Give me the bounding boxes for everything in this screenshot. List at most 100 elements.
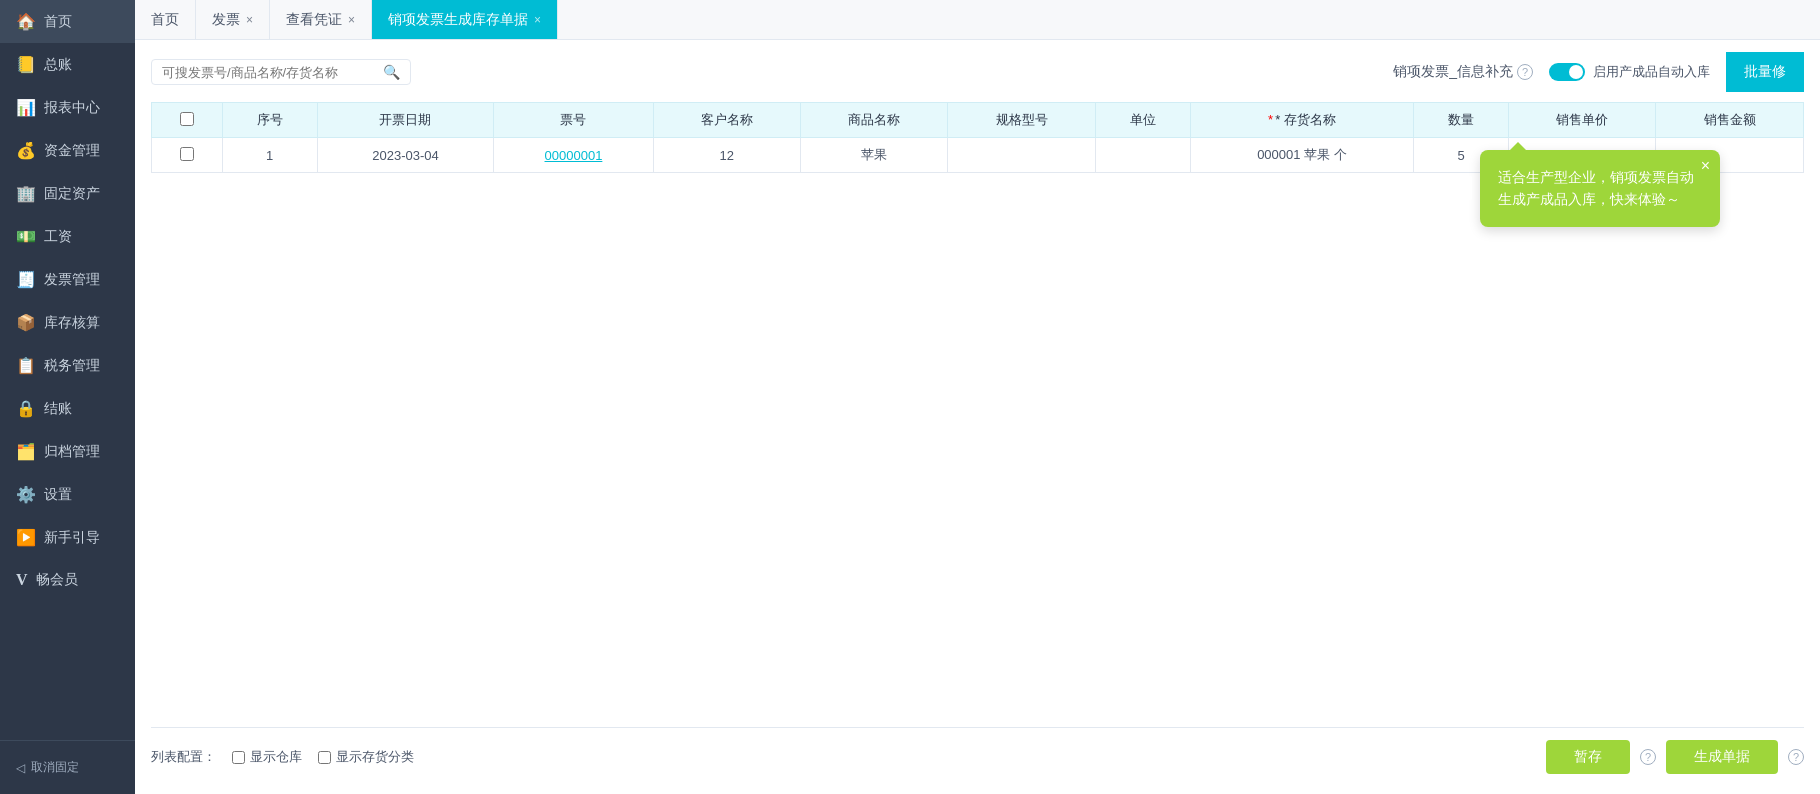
- toggle-label: 启用产成品自动入库: [1593, 63, 1710, 81]
- cancel-fixed-icon: ◁: [16, 761, 25, 775]
- save-button[interactable]: 暂存: [1546, 740, 1630, 774]
- reports-icon: 📊: [16, 98, 36, 117]
- info-label-text: 销项发票_信息补充: [1393, 63, 1513, 81]
- save-help-icon[interactable]: ?: [1640, 749, 1656, 765]
- config-label: 列表配置：: [151, 748, 216, 766]
- row-checkbox[interactable]: [180, 147, 194, 161]
- sidebar-item-guide[interactable]: ▶️ 新手引导: [0, 516, 135, 559]
- col-unit: 单位: [1095, 103, 1190, 138]
- ticket-no-link[interactable]: 00000001: [545, 148, 603, 163]
- bottom-actions: 暂存 ? 生成单据 ?: [1546, 740, 1804, 774]
- col-amount: 销售金额: [1656, 103, 1804, 138]
- invoice-icon: 🧾: [16, 270, 36, 289]
- sidebar-item-reports[interactable]: 📊 报表中心: [0, 86, 135, 129]
- generate-help-icon[interactable]: ?: [1788, 749, 1804, 765]
- sidebar-item-label: 发票管理: [44, 271, 100, 289]
- search-box[interactable]: 🔍: [151, 59, 411, 85]
- sidebar-item-label: 首页: [44, 13, 72, 31]
- tab-sales-inventory[interactable]: 销项发票生成库存单据 ×: [372, 0, 558, 39]
- cell-inventory: 000001 苹果 个: [1190, 138, 1413, 173]
- search-icon: 🔍: [383, 64, 400, 80]
- inventory-icon: 📦: [16, 313, 36, 332]
- sidebar-item-label: 总账: [44, 56, 72, 74]
- sidebar-item-home[interactable]: 🏠 首页: [0, 0, 135, 43]
- col-inventory: ** 存货名称: [1190, 103, 1413, 138]
- toolbar-right: 销项发票_信息补充 ? 启用产成品自动入库 批量修: [1393, 52, 1804, 92]
- show-warehouse-checkbox[interactable]: [232, 751, 245, 764]
- assets-icon: 🏢: [16, 184, 36, 203]
- sidebar-item-archive[interactable]: 🗂️ 归档管理: [0, 430, 135, 473]
- cell-goods-name: 苹果: [800, 138, 947, 173]
- cancel-fixed-label: 取消固定: [31, 759, 79, 776]
- tooltip-close-button[interactable]: ×: [1701, 158, 1710, 174]
- toggle-wrapper: 启用产成品自动入库: [1549, 63, 1710, 81]
- tab-invoice-close[interactable]: ×: [246, 13, 253, 27]
- cell-unit: [1095, 138, 1190, 173]
- tab-voucher-label: 查看凭证: [286, 11, 342, 29]
- toolbar-row: 🔍 销项发票_信息补充 ? 启用产成品自动入库 批量修: [151, 52, 1804, 92]
- show-category-label: 显示存货分类: [336, 748, 414, 766]
- sidebar-item-settings[interactable]: ⚙️ 设置: [0, 473, 135, 516]
- tab-invoice-label: 发票: [212, 11, 240, 29]
- col-seq: 序号: [222, 103, 317, 138]
- sidebar-item-inventory[interactable]: 📦 库存核算: [0, 301, 135, 344]
- col-spec: 规格型号: [948, 103, 1095, 138]
- auto-warehouse-toggle[interactable]: [1549, 63, 1585, 81]
- search-input[interactable]: [162, 65, 383, 80]
- sidebar-item-invoice-mgmt[interactable]: 🧾 发票管理: [0, 258, 135, 301]
- tab-sales-inventory-close[interactable]: ×: [534, 13, 541, 27]
- sidebar-item-label: 库存核算: [44, 314, 100, 332]
- settings-icon: ⚙️: [16, 485, 36, 504]
- sidebar-item-label: 归档管理: [44, 443, 100, 461]
- cell-seq: 1: [222, 138, 317, 173]
- sidebar-item-label: 结账: [44, 400, 72, 418]
- cell-spec: [948, 138, 1095, 173]
- info-help-icon[interactable]: ?: [1517, 64, 1533, 80]
- batch-button[interactable]: 批量修: [1726, 52, 1804, 92]
- tooltip-text: 适合生产型企业，销项发票自动生成产成品入库，快来体验～: [1498, 169, 1694, 207]
- sidebar-item-label: 畅会员: [36, 571, 78, 589]
- cancel-fixed-button[interactable]: ◁ 取消固定: [0, 749, 135, 786]
- sidebar-item-label: 资金管理: [44, 142, 100, 160]
- sidebar: 🏠 首页 📒 总账 📊 报表中心 💰 资金管理 🏢 固定资产 💵 工资 🧾 发票…: [0, 0, 135, 794]
- closing-icon: 🔒: [16, 399, 36, 418]
- sidebar-item-assets[interactable]: 🏢 固定资产: [0, 172, 135, 215]
- tax-icon: 📋: [16, 356, 36, 375]
- tab-sales-inventory-label: 销项发票生成库存单据: [388, 11, 528, 29]
- cell-date: 2023-03-04: [317, 138, 494, 173]
- show-category-checkbox[interactable]: [318, 751, 331, 764]
- sidebar-item-vip[interactable]: V 畅会员: [0, 559, 135, 601]
- tab-invoice[interactable]: 发票 ×: [196, 0, 270, 39]
- funds-icon: 💰: [16, 141, 36, 160]
- main-content: 首页 发票 × 查看凭证 × 销项发票生成库存单据 × 🔍 销项发票_信息补充 …: [135, 0, 1820, 794]
- sidebar-item-closing[interactable]: 🔒 结账: [0, 387, 135, 430]
- payroll-icon: 💵: [16, 227, 36, 246]
- col-ticket-no: 票号: [494, 103, 653, 138]
- show-category-option[interactable]: 显示存货分类: [318, 748, 414, 766]
- generate-button[interactable]: 生成单据: [1666, 740, 1778, 774]
- sidebar-bottom: ◁ 取消固定: [0, 740, 135, 794]
- show-warehouse-option[interactable]: 显示仓库: [232, 748, 302, 766]
- tab-home-label: 首页: [151, 11, 179, 29]
- tab-voucher[interactable]: 查看凭证 ×: [270, 0, 372, 39]
- sidebar-item-payroll[interactable]: 💵 工资: [0, 215, 135, 258]
- col-customer: 客户名称: [653, 103, 800, 138]
- ledger-icon: 📒: [16, 55, 36, 74]
- tab-home[interactable]: 首页: [135, 0, 196, 39]
- show-warehouse-label: 显示仓库: [250, 748, 302, 766]
- tab-bar: 首页 发票 × 查看凭证 × 销项发票生成库存单据 ×: [135, 0, 1820, 40]
- cell-customer: 12: [653, 138, 800, 173]
- required-star: *: [1268, 112, 1273, 127]
- sidebar-item-tax[interactable]: 📋 税务管理: [0, 344, 135, 387]
- tooltip-popup: × 适合生产型企业，销项发票自动生成产成品入库，快来体验～: [1480, 150, 1720, 227]
- bottom-bar: 列表配置： 显示仓库 显示存货分类 暂存 ? 生成单据 ?: [151, 727, 1804, 782]
- col-qty: 数量: [1414, 103, 1509, 138]
- cell-ticket-no: 00000001: [494, 138, 653, 173]
- sidebar-item-label: 报表中心: [44, 99, 100, 117]
- sidebar-item-ledger[interactable]: 📒 总账: [0, 43, 135, 86]
- page-body: 🔍 销项发票_信息补充 ? 启用产成品自动入库 批量修: [135, 40, 1820, 794]
- tab-voucher-close[interactable]: ×: [348, 13, 355, 27]
- sidebar-item-label: 新手引导: [44, 529, 100, 547]
- sidebar-item-funds[interactable]: 💰 资金管理: [0, 129, 135, 172]
- select-all-checkbox[interactable]: [180, 112, 194, 126]
